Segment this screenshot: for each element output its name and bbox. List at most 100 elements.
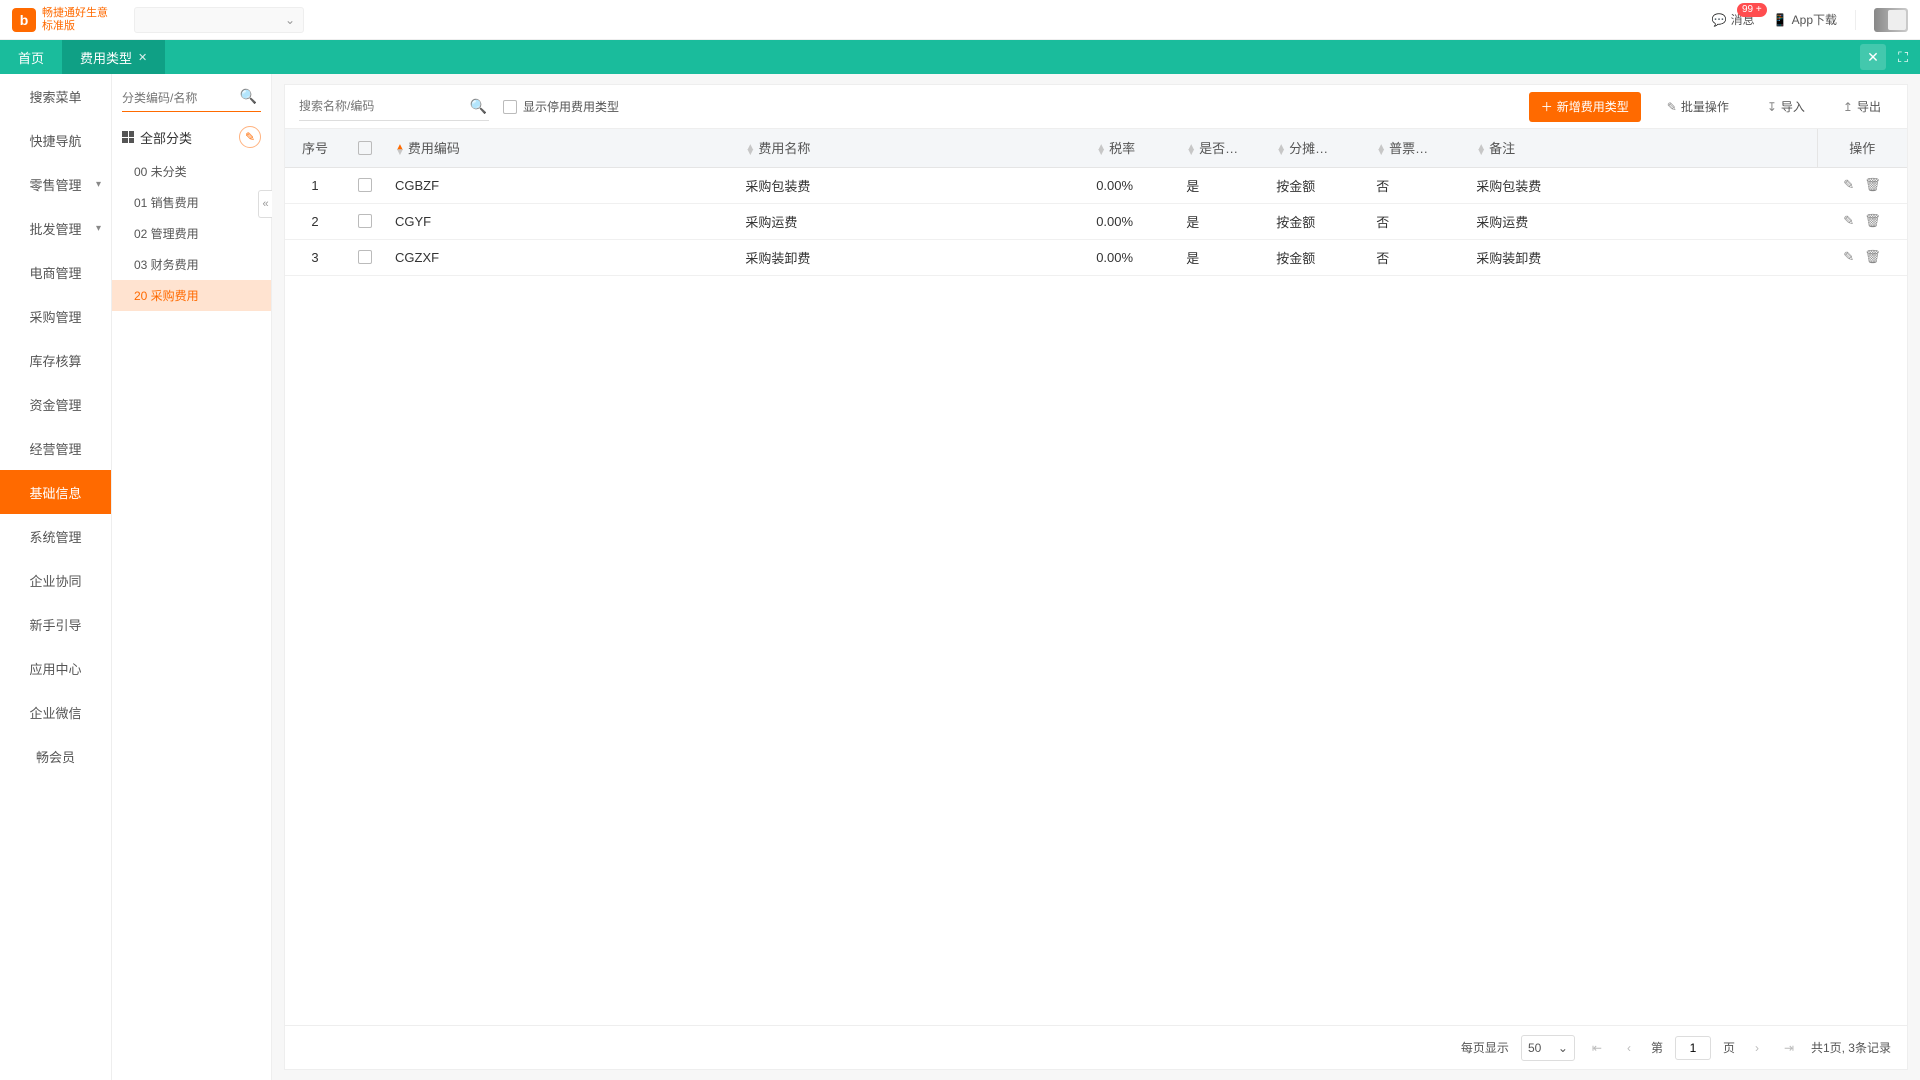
sidebar-item-wholesale[interactable]: 批发管理 ▾ [0,206,111,250]
avatar[interactable] [1874,8,1908,32]
category-node[interactable]: 00 未分类 [112,156,271,187]
fullscreen-button[interactable]: ⛶ [1890,44,1916,70]
tabbar-close-button[interactable]: ✕ [1860,44,1886,70]
per-page-value: 50 [1528,1041,1541,1055]
prev-page-button[interactable]: ‹ [1619,1038,1639,1058]
col-ticket[interactable]: ▲▼普票… [1366,129,1466,167]
sidebar-item-ecommerce[interactable]: 电商管理 [0,250,111,294]
show-disabled-checkbox[interactable]: 显示停用费用类型 [503,98,619,115]
col-name[interactable]: ▲▼费用名称 [735,129,1086,167]
edit-row-button[interactable]: ✎ [1843,177,1854,192]
sidebar-item-quick-nav[interactable]: 快捷导航 [0,118,111,162]
sidebar-item-retail[interactable]: 零售管理▾ [0,162,111,206]
page-suffix: 页 [1723,1039,1735,1056]
sidebar-item-member[interactable]: 畅会员 [0,734,111,778]
import-button[interactable]: ↧ 导入 [1755,92,1817,122]
cell-rate: 0.00% [1086,167,1176,203]
col-code[interactable]: ▲▼费用编码 [385,129,735,167]
add-label: 新增费用类型 [1557,98,1629,115]
sidebar-item-search-menu[interactable]: 搜索菜单 [0,74,111,118]
sidebar-item-basic-info[interactable]: 基础信息 [0,470,111,514]
tab-expense-type[interactable]: 费用类型 ✕ [62,40,165,74]
cell-checkbox[interactable] [345,239,385,275]
export-icon: ↥ [1843,100,1853,114]
col-checkbox[interactable] [345,129,385,167]
table-row: 2CGYF采购运费0.00%是按金额否采购运费✎🗑 [285,203,1907,239]
per-page-label: 每页显示 [1461,1039,1509,1056]
sidebar-item-label: 批发管理 [29,219,81,238]
sidebar-item-label: 零售管理 [29,175,81,194]
caret-icon: ▾ [96,223,101,234]
cell-rate: 0.00% [1086,203,1176,239]
edit-row-button[interactable]: ✎ [1843,249,1854,264]
category-node[interactable]: 01 销售费用 [112,187,271,218]
sidebar-item-guide[interactable]: 新手引导 [0,602,111,646]
category-node[interactable]: 02 管理费用 [112,218,271,249]
table-search: 🔍 [299,93,489,121]
sidebar-item-funds[interactable]: 资金管理 [0,382,111,426]
sidebar-item-inventory[interactable]: 库存核算 [0,338,111,382]
cell-remark: 采购运费 [1466,203,1817,239]
tab-home[interactable]: 首页 [0,40,62,74]
delete-row-button[interactable]: 🗑 [1864,249,1881,264]
cell-checkbox[interactable] [345,203,385,239]
cell-checkbox[interactable] [345,167,385,203]
sidebar-item-operation[interactable]: 经营管理 [0,426,111,470]
page-input[interactable] [1675,1036,1711,1060]
cell-alloc: 按金额 [1266,203,1366,239]
table-wrap: 序号 ▲▼费用编码 ▲▼费用名称 ▲▼税率 ▲▼是否… ▲▼分摊… ▲▼普票… … [285,129,1907,1025]
divider [1855,10,1856,30]
next-page-button[interactable]: › [1747,1038,1767,1058]
import-label: 导入 [1781,98,1805,115]
tab-home-label: 首页 [18,48,44,67]
col-remark[interactable]: ▲▼备注 [1466,129,1817,167]
col-rate[interactable]: ▲▼税率 [1086,129,1176,167]
chevron-down-icon: ⌄ [1558,1041,1568,1055]
close-icon[interactable]: ✕ [138,51,147,64]
chat-icon: 💬 [1712,13,1727,27]
col-flag[interactable]: ▲▼是否… [1176,129,1266,167]
edit-category-button[interactable]: ✎ [239,126,261,148]
last-page-button[interactable]: ⇥ [1779,1038,1799,1058]
sidebar-item-label: 电商管理 [29,263,81,282]
cell-flag: 是 [1176,239,1266,275]
edit-row-button[interactable]: ✎ [1843,213,1854,228]
sidebar-item-wechat[interactable]: 企业微信 [0,690,111,734]
table-search-input[interactable] [299,93,489,121]
cell-index: 2 [285,203,345,239]
category-root-row: 全部分类 ✎ [112,118,271,156]
pager: 每页显示 50 ⌄ ⇤ ‹ 第 页 › ⇥ 共1页, 3条记录 [285,1025,1907,1069]
sidebar-item-collab[interactable]: 企业协同 [0,558,111,602]
collapse-panel-button[interactable]: « [258,190,272,218]
batch-label: 批量操作 [1681,98,1729,115]
export-button[interactable]: ↥ 导出 [1831,92,1893,122]
main-card: 🔍 显示停用费用类型 ＋ 新增费用类型 ✎ 批量操作 ↧ 导入 [284,84,1908,1070]
category-root[interactable]: 全部分类 [122,128,192,147]
add-expense-type-button[interactable]: ＋ 新增费用类型 [1529,92,1641,122]
sidebar-item-label: 企业微信 [29,703,81,722]
sidebar-item-purchase[interactable]: 采购管理 [0,294,111,338]
checkbox-icon [358,178,372,192]
category-node[interactable]: 20 采购费用 [112,280,271,311]
cell-ops: ✎🗑 [1817,239,1907,275]
category-node[interactable]: 03 财务费用 [112,249,271,280]
checkbox-icon [358,250,372,264]
delete-row-button[interactable]: 🗑 [1864,213,1881,228]
per-page-select[interactable]: 50 ⌄ [1521,1035,1575,1061]
sidebar-item-appcenter[interactable]: 应用中心 [0,646,111,690]
download-link[interactable]: 📱 App下载 [1773,11,1837,28]
search-icon[interactable]: 🔍 [240,88,257,105]
col-index[interactable]: 序号 [285,129,345,167]
col-alloc[interactable]: ▲▼分摊… [1266,129,1366,167]
batch-ops-button[interactable]: ✎ 批量操作 [1655,92,1741,122]
sidebar-item-system[interactable]: 系统管理 [0,514,111,558]
org-selector[interactable]: ⌄ [134,7,304,33]
first-page-button[interactable]: ⇤ [1587,1038,1607,1058]
search-icon[interactable]: 🔍 [470,98,487,115]
sort-icon: ▲▼ [1186,145,1196,155]
top-bar: b 畅捷通好生意 标准版 ⌄ 💬 消息 99 + 📱 App下载 [0,0,1920,40]
tab-bar-right: ✕ ⛶ [1856,40,1920,74]
cell-flag: 是 [1176,203,1266,239]
messages-link[interactable]: 💬 消息 99 + [1712,11,1755,28]
delete-row-button[interactable]: 🗑 [1864,177,1881,192]
